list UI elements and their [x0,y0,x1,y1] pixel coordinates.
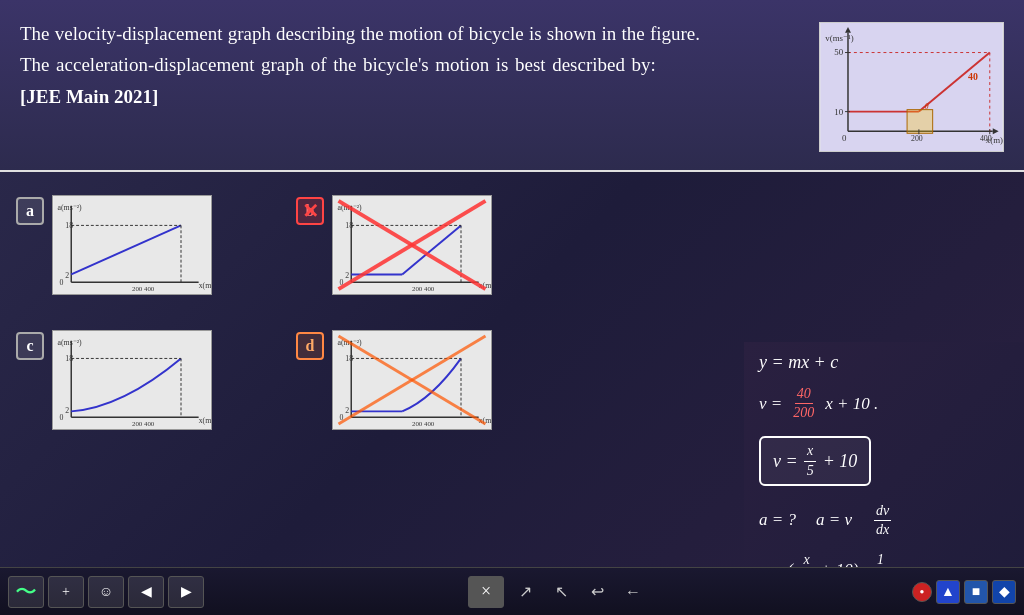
calc-line-3: v = x 5 + 10 [759,436,1009,485]
option-b[interactable]: b a(ms⁻²) x(m) 18 2 [290,187,570,322]
forward-button[interactable]: ▶ [168,576,204,608]
return-icon[interactable]: ↩ [582,578,612,606]
question-area: The velocity-displacement graph describi… [0,0,1024,172]
arrow-up-right-icon[interactable]: ↗ [510,578,540,606]
wave-icon[interactable]: 〜 [8,576,44,608]
close-button[interactable]: × [468,576,504,608]
rec-button[interactable]: ● [912,582,932,602]
toolbar-left: 〜 + ☺ ◀ ▶ [8,576,204,608]
svg-rect-11 [907,110,933,134]
svg-text:x(m): x(m) [199,416,211,425]
svg-text:18: 18 [65,354,73,363]
calc-eq1: y = mx + c [759,352,838,373]
back-arrow-icon[interactable]: ← [618,578,648,606]
svg-text:200  400: 200 400 [132,285,155,292]
options-area: a a(ms⁻²) x(m) 18 2 [0,172,1024,462]
toolbar-center: × ↗ ↖ ↩ ← [468,576,648,608]
back-button[interactable]: ◀ [128,576,164,608]
calc-line-4: a = ? a = v dv dx [759,502,1009,539]
bottom-toolbar: 〜 + ☺ ◀ ▶ × ↗ ↖ ↩ ← ● ▲ ■ ◆ [0,567,1024,615]
svg-text:a(ms⁻²): a(ms⁻²) [58,338,83,347]
option-a[interactable]: a a(ms⁻²) x(m) 18 2 [10,187,290,322]
option-c[interactable]: c a(ms⁻²) x(m) 18 2 [10,322,290,457]
face-icon[interactable]: ☺ [88,576,124,608]
main-container: The velocity-displacement graph describi… [0,0,1024,615]
boxed-equation: v = x 5 + 10 [759,436,871,485]
options-grid: a a(ms⁻²) x(m) 18 2 [0,182,580,462]
svg-text:200: 200 [911,134,923,143]
svg-text:0: 0 [59,413,63,422]
settings-btn-2[interactable]: ■ [964,580,988,604]
settings-btn-1[interactable]: ▲ [936,580,960,604]
velocity-displacement-graph: v(ms⁻¹) x(m) θ 40 10 [819,22,1004,152]
option-c-label[interactable]: c [16,332,44,360]
svg-text:θ: θ [925,102,929,111]
option-b-graph: a(ms⁻²) x(m) 18 2 0 200 400 [332,195,492,295]
option-d-graph: a(ms⁻²) x(m) 18 2 0 200 400 [332,330,492,430]
option-d-label[interactable]: d [296,332,324,360]
svg-text:200  400: 200 400 [132,420,155,427]
calc-fraction-1: 40 200 [791,385,816,422]
svg-text:400: 400 [980,134,992,143]
question-source: [JEE Main 2021] [20,86,158,107]
svg-text:v(ms⁻¹): v(ms⁻¹) [825,33,853,43]
svg-text:40: 40 [968,71,978,82]
svg-text:10: 10 [834,107,843,117]
svg-text:2: 2 [65,406,69,415]
graph-svg: v(ms⁻¹) x(m) θ 40 10 [820,23,1003,151]
question-body: The velocity-displacement graph describi… [20,23,700,75]
option-c-graph: a(ms⁻²) x(m) 18 2 0 200 400 [52,330,212,430]
calc-line-1: y = mx + c [759,352,1009,373]
option-a-graph: a(ms⁻²) x(m) 18 2 0 200 400 [52,195,212,295]
plus-button[interactable]: + [48,576,84,608]
option-d[interactable]: d a(ms⁻²) x(m) 18 2 [290,322,570,457]
toolbar-right: ● ▲ ■ ◆ [912,580,1016,604]
svg-text:0: 0 [842,133,847,143]
option-a-label[interactable]: a [16,197,44,225]
svg-text:18: 18 [65,221,73,230]
svg-text:0: 0 [59,278,63,287]
option-b-label[interactable]: b [296,197,324,225]
svg-text:50: 50 [834,47,843,57]
question-text: The velocity-displacement graph describi… [20,18,700,112]
svg-text:a(ms⁻²): a(ms⁻²) [58,203,83,212]
svg-text:x(m): x(m) [199,281,211,290]
settings-btn-3[interactable]: ◆ [992,580,1016,604]
cursor-icon[interactable]: ↖ [546,578,576,606]
svg-text:2: 2 [65,271,69,280]
calc-line-2: v = 40 200 x + 10 . [759,385,1009,422]
